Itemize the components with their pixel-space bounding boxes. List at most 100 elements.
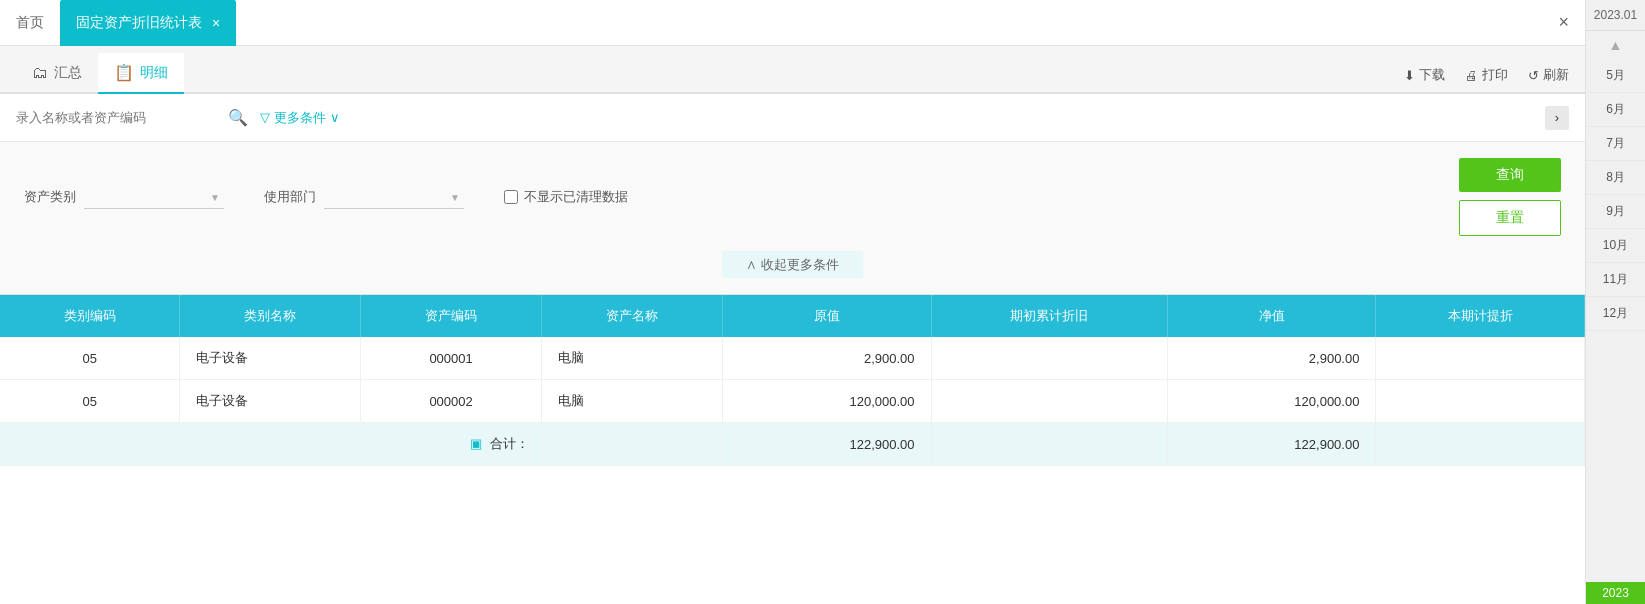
cell-original-value: 2,900.00 bbox=[722, 337, 931, 380]
collapse-btn-area: ∧ 收起更多条件 bbox=[24, 248, 1561, 278]
total-initial-depreciation bbox=[931, 423, 1167, 466]
sidebar-month-item[interactable]: 12月 bbox=[1586, 297, 1645, 331]
more-conditions-btn[interactable]: ▽ 更多条件 ∨ bbox=[260, 109, 340, 127]
arrow-right-btn[interactable]: › bbox=[1545, 106, 1569, 130]
cell-asset-code: 000001 bbox=[361, 337, 542, 380]
toolbar: 🗂 汇总 📋 明细 ⬇ 下载 🖨 打印 ↺ 刷新 bbox=[0, 46, 1585, 94]
print-btn[interactable]: 🖨 打印 bbox=[1465, 66, 1508, 84]
filter-asset-type: 资产类别 ▼ bbox=[24, 185, 224, 209]
summary-icon: 🗂 bbox=[32, 64, 48, 82]
col-net-value: 净值 bbox=[1167, 295, 1376, 337]
print-icon: 🖨 bbox=[1465, 68, 1478, 83]
dept-select[interactable] bbox=[324, 185, 464, 209]
tab-summary[interactable]: 🗂 汇总 bbox=[16, 54, 98, 94]
cell-category-name: 电子设备 bbox=[180, 380, 361, 423]
col-current-depreciation: 本期计提折 bbox=[1376, 295, 1585, 337]
more-conditions-label: 更多条件 bbox=[274, 109, 326, 127]
asset-type-select-wrap: ▼ bbox=[84, 185, 224, 209]
search-input[interactable] bbox=[16, 110, 216, 125]
toolbar-actions: ⬇ 下载 🖨 打印 ↺ 刷新 bbox=[1404, 66, 1569, 92]
nav-tab-label: 固定资产折旧统计表 bbox=[76, 14, 202, 32]
more-conditions-arrow: ∨ bbox=[330, 110, 340, 125]
detail-icon: 📋 bbox=[114, 63, 134, 82]
table-total-row: ▣ 合计： 122,900.00 122,900.00 bbox=[0, 423, 1585, 466]
col-category-code: 类别编码 bbox=[0, 295, 180, 337]
sidebar-month-item[interactable]: 11月 bbox=[1586, 263, 1645, 297]
search-icon[interactable]: 🔍 bbox=[228, 108, 248, 127]
cell-original-value: 120,000.00 bbox=[722, 380, 931, 423]
table-row: 05 电子设备 000001 电脑 2,900.00 2,900.00 bbox=[0, 337, 1585, 380]
cell-category-code: 05 bbox=[0, 380, 180, 423]
sidebar-month-item[interactable]: 9月 bbox=[1586, 195, 1645, 229]
month-list: 5月6月7月8月9月10月11月12月 bbox=[1586, 59, 1645, 582]
tab-detail-label: 明细 bbox=[140, 64, 168, 82]
refresh-label: 刷新 bbox=[1543, 66, 1569, 84]
download-btn[interactable]: ⬇ 下载 bbox=[1404, 66, 1445, 84]
collapse-btn[interactable]: ∧ 收起更多条件 bbox=[722, 251, 863, 278]
table-wrap: 类别编码 类别名称 资产编码 资产名称 原值 期初累计折旧 净值 本期计提折 0… bbox=[0, 295, 1585, 604]
year-badge: 2023 bbox=[1586, 582, 1645, 604]
total-original-value: 122,900.00 bbox=[722, 423, 931, 466]
col-asset-name: 资产名称 bbox=[542, 295, 723, 337]
download-icon: ⬇ bbox=[1404, 68, 1415, 83]
cell-net-value: 2,900.00 bbox=[1167, 337, 1376, 380]
right-sidebar: 2023.01 ▲ 5月6月7月8月9月10月11月12月 2023 bbox=[1585, 0, 1645, 604]
tab-close-btn[interactable]: × bbox=[212, 15, 220, 31]
dept-select-wrap: ▼ bbox=[324, 185, 464, 209]
total-icon: ▣ bbox=[470, 436, 482, 451]
asset-type-label: 资产类别 bbox=[24, 188, 76, 206]
col-original-value: 原值 bbox=[722, 295, 931, 337]
asset-table: 类别编码 类别名称 资产编码 资产名称 原值 期初累计折旧 净值 本期计提折 0… bbox=[0, 295, 1585, 466]
sidebar-date: 2023.01 bbox=[1586, 0, 1645, 31]
dept-label: 使用部门 bbox=[264, 188, 316, 206]
filter-dept: 使用部门 ▼ bbox=[264, 185, 464, 209]
filter-section: 资产类别 ▼ 使用部门 ▼ 不显示已清理数 bbox=[0, 142, 1585, 295]
cell-asset-code: 000002 bbox=[361, 380, 542, 423]
table-header-row: 类别编码 类别名称 资产编码 资产名称 原值 期初累计折旧 净值 本期计提折 bbox=[0, 295, 1585, 337]
nav-tab-depreciation[interactable]: 固定资产折旧统计表 × bbox=[60, 0, 236, 46]
col-category-name: 类别名称 bbox=[180, 295, 361, 337]
col-asset-code: 资产编码 bbox=[361, 295, 542, 337]
refresh-btn[interactable]: ↺ 刷新 bbox=[1528, 66, 1569, 84]
table-row: 05 电子设备 000002 电脑 120,000.00 120,000.00 bbox=[0, 380, 1585, 423]
sidebar-month-item[interactable]: 10月 bbox=[1586, 229, 1645, 263]
hide-cleared-checkbox[interactable] bbox=[504, 190, 518, 204]
reset-btn[interactable]: 重置 bbox=[1459, 200, 1561, 236]
cell-asset-name: 电脑 bbox=[542, 337, 723, 380]
search-bar: 🔍 ▽ 更多条件 ∨ › bbox=[0, 94, 1585, 142]
search-right: › bbox=[1545, 106, 1569, 130]
cell-asset-name: 电脑 bbox=[542, 380, 723, 423]
sidebar-month-item[interactable]: 6月 bbox=[1586, 93, 1645, 127]
tab-detail[interactable]: 📋 明细 bbox=[98, 53, 184, 94]
print-label: 打印 bbox=[1482, 66, 1508, 84]
total-current-depreciation bbox=[1376, 423, 1585, 466]
tab-summary-label: 汇总 bbox=[54, 64, 82, 82]
total-label-cell: ▣ 合计： bbox=[0, 423, 542, 466]
total-net-value: 122,900.00 bbox=[1167, 423, 1376, 466]
window-close-btn[interactable]: × bbox=[1558, 12, 1569, 33]
download-label: 下载 bbox=[1419, 66, 1445, 84]
hide-cleared-checkbox-group: 不显示已清理数据 bbox=[504, 188, 628, 206]
nav-home[interactable]: 首页 bbox=[16, 14, 60, 32]
total-asset-name bbox=[542, 423, 723, 466]
total-label: 合计： bbox=[490, 436, 529, 451]
cell-current-depreciation bbox=[1376, 380, 1585, 423]
col-initial-depreciation: 期初累计折旧 bbox=[931, 295, 1167, 337]
cell-initial-depreciation bbox=[931, 337, 1167, 380]
hide-cleared-label: 不显示已清理数据 bbox=[524, 188, 628, 206]
query-btn[interactable]: 查询 bbox=[1459, 158, 1561, 192]
sidebar-month-item[interactable]: 7月 bbox=[1586, 127, 1645, 161]
refresh-icon: ↺ bbox=[1528, 68, 1539, 83]
cell-category-code: 05 bbox=[0, 337, 180, 380]
filter-icon: ▽ bbox=[260, 110, 270, 125]
filter-row: 资产类别 ▼ 使用部门 ▼ 不显示已清理数 bbox=[24, 158, 1561, 236]
cell-current-depreciation bbox=[1376, 337, 1585, 380]
cell-category-name: 电子设备 bbox=[180, 337, 361, 380]
cell-net-value: 120,000.00 bbox=[1167, 380, 1376, 423]
cell-initial-depreciation bbox=[931, 380, 1167, 423]
sidebar-month-item[interactable]: 5月 bbox=[1586, 59, 1645, 93]
asset-type-select[interactable] bbox=[84, 185, 224, 209]
top-nav: 首页 固定资产折旧统计表 × × bbox=[0, 0, 1585, 46]
sidebar-scroll-up[interactable]: ▲ bbox=[1609, 31, 1623, 59]
sidebar-month-item[interactable]: 8月 bbox=[1586, 161, 1645, 195]
